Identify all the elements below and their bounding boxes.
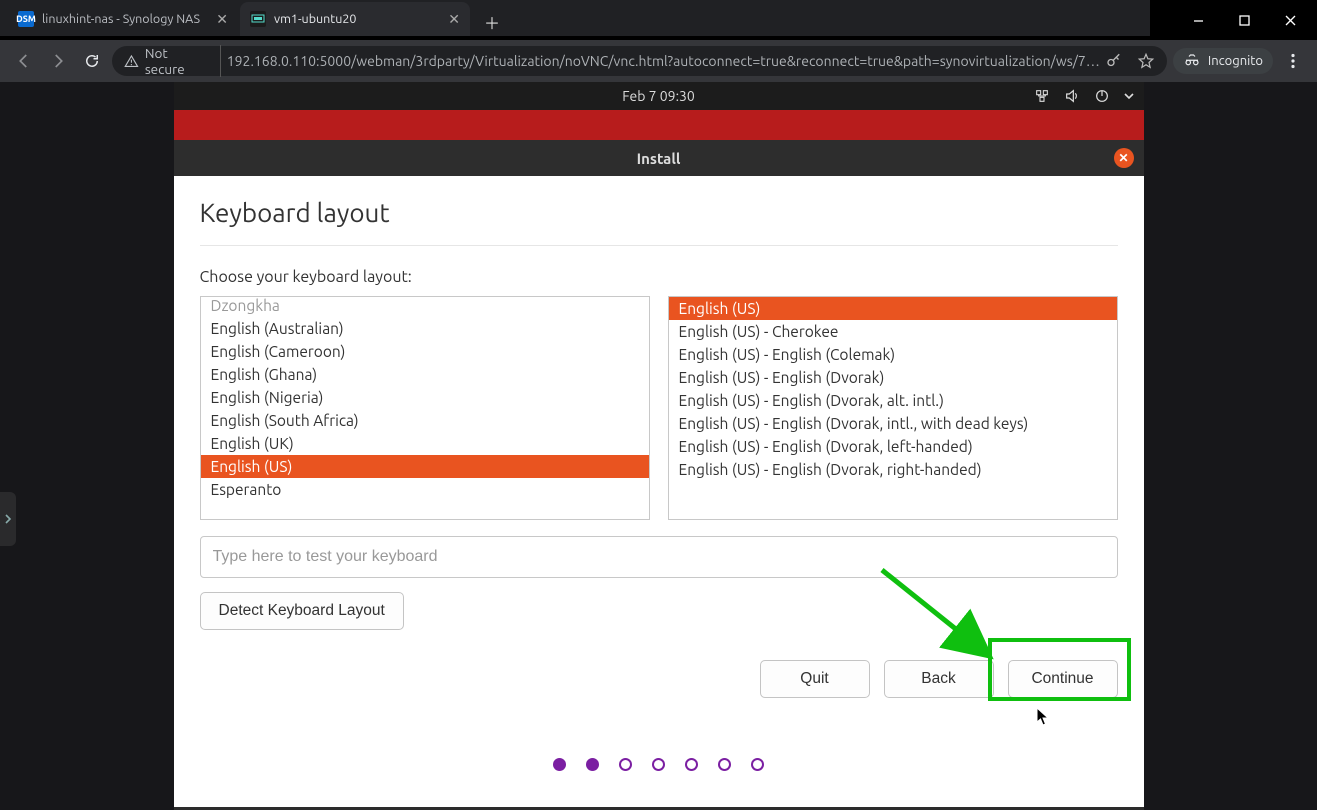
star-icon[interactable] bbox=[1137, 52, 1155, 70]
list-item[interactable]: English (US) - English (Colemak) bbox=[669, 343, 1117, 366]
cursor-icon bbox=[1036, 707, 1050, 727]
close-button[interactable] bbox=[1267, 4, 1313, 36]
dialog-title: Install bbox=[637, 150, 681, 167]
list-item[interactable]: English (Cameroon) bbox=[201, 340, 649, 363]
not-secure-label: Not secure bbox=[145, 45, 210, 77]
list-item[interactable]: English (South Africa) bbox=[201, 409, 649, 432]
forward-button[interactable] bbox=[44, 47, 72, 75]
warning-icon bbox=[124, 54, 139, 69]
close-dialog-button[interactable]: ✕ bbox=[1114, 148, 1134, 168]
list-item[interactable]: English (Australian) bbox=[201, 317, 649, 340]
page-title: Keyboard layout bbox=[200, 198, 1118, 227]
tab-strip: DSM linuxhint-nas - Synology NAS ✕ vm1-u… bbox=[0, 0, 1150, 36]
favicon-synology: DSM bbox=[18, 11, 34, 27]
address-bar[interactable]: Not secure 192.168.0.110:5000/webman/3rd… bbox=[112, 46, 1167, 76]
maximize-button[interactable] bbox=[1221, 4, 1267, 36]
volume-icon[interactable] bbox=[1064, 88, 1080, 104]
tab-vm1-ubuntu20[interactable]: vm1-ubuntu20 ✕ bbox=[240, 2, 470, 36]
list-item[interactable]: English (US) - English (Dvorak, intl., w… bbox=[669, 412, 1117, 435]
divider bbox=[200, 245, 1118, 246]
install-body: Keyboard layout Choose your keyboard lay… bbox=[174, 176, 1144, 807]
clock[interactable]: Feb 7 09:30 bbox=[622, 88, 695, 104]
url-text: 192.168.0.110:5000/webman/3rdparty/Virtu… bbox=[227, 53, 1105, 69]
incognito-label: Incognito bbox=[1208, 54, 1263, 68]
list-item[interactable]: English (US) - English (Dvorak) bbox=[669, 366, 1117, 389]
progress-dot bbox=[553, 758, 566, 771]
tab-title: vm1-ubuntu20 bbox=[274, 12, 356, 26]
list-item[interactable]: English (Ghana) bbox=[201, 363, 649, 386]
dialog-titlebar: Install ✕ bbox=[174, 140, 1144, 176]
keyboard-test-input[interactable] bbox=[200, 536, 1118, 578]
keyboard-language-list[interactable]: DzongkhaEnglish (Australian)English (Cam… bbox=[200, 296, 650, 520]
list-item[interactable]: English (US) - English (Dvorak, right-ha… bbox=[669, 458, 1117, 481]
list-item[interactable]: English (US) - Cherokee bbox=[669, 320, 1117, 343]
progress-dot bbox=[718, 758, 731, 771]
ubuntu-topbar: Feb 7 09:30 bbox=[174, 82, 1144, 110]
toolbar: Not secure 192.168.0.110:5000/webman/3rd… bbox=[0, 40, 1317, 82]
new-tab-button[interactable]: ＋ bbox=[478, 8, 506, 36]
vnc-viewport: Feb 7 09:30 Install ✕ Keyboard layout Ch… bbox=[0, 82, 1317, 810]
ubuntu-desktop: Feb 7 09:30 Install ✕ Keyboard layout Ch… bbox=[174, 82, 1144, 810]
list-item[interactable]: English (Nigeria) bbox=[201, 386, 649, 409]
close-icon[interactable]: ✕ bbox=[216, 11, 228, 28]
vnc-panel-handle[interactable] bbox=[0, 492, 16, 546]
network-icon[interactable] bbox=[1034, 88, 1050, 104]
incognito-icon bbox=[1183, 52, 1201, 70]
back-button[interactable]: Back bbox=[884, 660, 994, 698]
quit-button[interactable]: Quit bbox=[760, 660, 870, 698]
tab-title: linuxhint-nas - Synology NAS bbox=[42, 12, 200, 26]
progress-dot bbox=[685, 758, 698, 771]
continue-button[interactable]: Continue bbox=[1008, 660, 1118, 698]
power-icon[interactable] bbox=[1094, 88, 1110, 104]
progress-dots bbox=[200, 698, 1118, 791]
incognito-badge[interactable]: Incognito bbox=[1173, 48, 1273, 74]
security-indicator[interactable]: Not secure bbox=[124, 45, 221, 77]
subhead: Choose your keyboard layout: bbox=[200, 268, 1118, 286]
progress-dot bbox=[586, 758, 599, 771]
back-button[interactable] bbox=[10, 47, 38, 75]
minimize-button[interactable] bbox=[1175, 4, 1221, 36]
progress-dot bbox=[751, 758, 764, 771]
progress-dot bbox=[619, 758, 632, 771]
close-icon[interactable]: ✕ bbox=[448, 11, 460, 28]
keyboard-variant-list[interactable]: English (US)English (US) - CherokeeEngli… bbox=[668, 296, 1118, 520]
accent-strip bbox=[174, 110, 1144, 140]
list-item[interactable]: English (US) - English (Dvorak, left-han… bbox=[669, 435, 1117, 458]
favicon-vnc bbox=[250, 11, 266, 27]
tab-synology[interactable]: DSM linuxhint-nas - Synology NAS ✕ bbox=[8, 2, 238, 36]
list-item[interactable]: English (US) bbox=[669, 297, 1117, 320]
reload-button[interactable] bbox=[78, 47, 106, 75]
list-item[interactable]: Esperanto bbox=[201, 478, 649, 501]
list-item[interactable]: English (UK) bbox=[201, 432, 649, 455]
list-item[interactable]: Dzongkha bbox=[201, 297, 649, 317]
list-item[interactable]: English (US) - English (Dvorak, alt. int… bbox=[669, 389, 1117, 412]
progress-dot bbox=[652, 758, 665, 771]
menu-button[interactable] bbox=[1279, 47, 1307, 75]
detect-keyboard-button[interactable]: Detect Keyboard Layout bbox=[200, 592, 404, 630]
chevron-down-icon[interactable] bbox=[1124, 91, 1134, 101]
list-item[interactable]: English (US) bbox=[201, 455, 649, 478]
key-icon[interactable] bbox=[1105, 52, 1123, 70]
